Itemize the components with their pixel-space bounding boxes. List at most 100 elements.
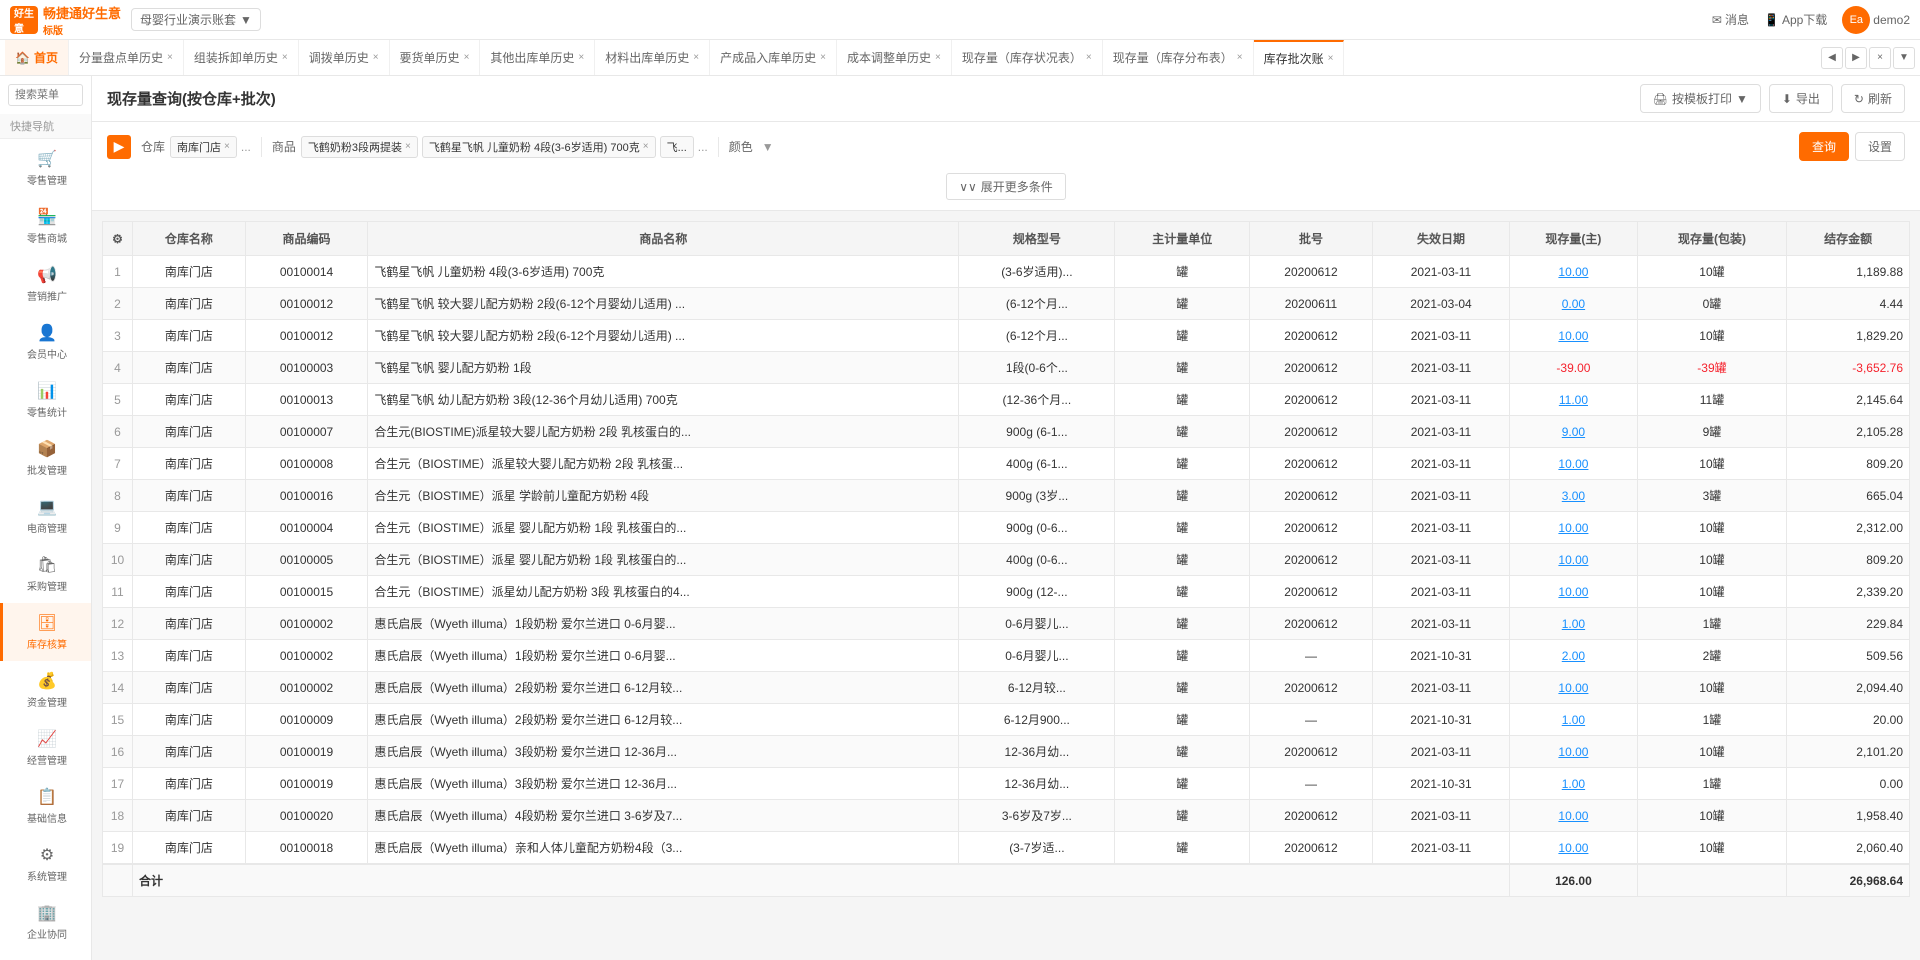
tab-chengpin-close[interactable]: × — [820, 52, 826, 63]
row-unit: 罐 — [1115, 576, 1250, 608]
row-expire: 2021-03-11 — [1372, 256, 1509, 288]
sidebar-item-guide[interactable]: 🎯 新手引导 — [0, 951, 91, 960]
tab-xianzai-kucun[interactable]: 现存量（库存状况表） × — [952, 40, 1103, 76]
th-settings[interactable]: ⚙ — [103, 222, 133, 256]
sidebar-item-finance[interactable]: 💰 资金管理 — [0, 661, 91, 719]
product-tag-2[interactable]: 飞鹤星飞帆 儿童奶粉 4段(3-6岁适用) 700克 × — [422, 136, 656, 158]
sidebar-item-basic[interactable]: 📋 基础信息 — [0, 777, 91, 835]
sidebar-item-enterprise[interactable]: 🏢 企业协同 — [0, 893, 91, 951]
sidebar-item-retail-mgmt[interactable]: 🛒 零售管理 — [0, 139, 91, 197]
tab-yaohuo-close[interactable]: × — [464, 52, 470, 63]
row-expire: 2021-03-11 — [1372, 416, 1509, 448]
tab-qita-chuku-close[interactable]: × — [578, 52, 584, 63]
query-btn[interactable]: 查询 — [1799, 132, 1849, 161]
tab-next-btn[interactable]: ▶ — [1845, 47, 1867, 69]
product-tag-more[interactable]: 飞... — [660, 136, 694, 158]
tab-kucun-pici[interactable]: 库存批次账 × — [1254, 40, 1345, 76]
sidebar-item-operations[interactable]: 📈 经营管理 — [0, 719, 91, 777]
tab-cailiao-close[interactable]: × — [693, 52, 699, 63]
tab-yaohuo[interactable]: 要货单历史 × — [390, 40, 481, 76]
tab-chengben-close[interactable]: × — [935, 52, 941, 63]
row-expire: 2021-03-11 — [1372, 608, 1509, 640]
row-code: 00100012 — [245, 288, 368, 320]
color-dropdown-icon[interactable]: ▼ — [762, 140, 774, 154]
product-more-icon[interactable]: ... — [698, 140, 708, 154]
sidebar-item-ecommerce[interactable]: 💻 电商管理 — [0, 487, 91, 545]
sidebar-item-retail-store[interactable]: 🏪 零售商城 — [0, 197, 91, 255]
refresh-icon: ↻ — [1854, 92, 1864, 106]
print-icon: 🖨 — [1653, 92, 1668, 106]
row-code: 00100008 — [245, 448, 368, 480]
expand-more-btn[interactable]: ∨∨ 展开更多条件 — [946, 173, 1066, 200]
tab-chengpin[interactable]: 产成品入库单历史 × — [710, 40, 837, 76]
tab-xianzai-kucun-close[interactable]: × — [1086, 52, 1092, 63]
row-warehouse: 南库门店 — [133, 384, 246, 416]
sidebar-item-wholesale[interactable]: 📦 批发管理 — [0, 429, 91, 487]
export-btn[interactable]: ⬇ 导出 — [1769, 84, 1833, 113]
table-row: 19南库门店00100018惠氏启辰（Wyeth illuma）亲和人体儿童配方… — [103, 832, 1910, 865]
account-dropdown[interactable]: 母婴行业演示账套 ▼ — [131, 8, 261, 31]
tab-xianzai-fenbue-close[interactable]: × — [1237, 52, 1243, 63]
print-btn[interactable]: 🖨 按模板打印 ▼ — [1640, 84, 1761, 113]
row-code: 00100002 — [245, 608, 368, 640]
row-spec: 900g (3岁... — [959, 480, 1115, 512]
row-num: 3 — [103, 320, 133, 352]
tab-fenpan[interactable]: 分量盘点单历史 × — [69, 40, 184, 76]
sidebar-item-members[interactable]: 👤 会员中心 — [0, 313, 91, 371]
sidebar-item-system[interactable]: ⚙ 系统管理 — [0, 835, 91, 893]
settings-btn[interactable]: 设置 — [1855, 132, 1905, 161]
tab-cailiao[interactable]: 材料出库单历史 × — [595, 40, 710, 76]
product-tag-1-remove[interactable]: × — [405, 141, 411, 152]
tab-tiaopi[interactable]: 调拨单历史 × — [299, 40, 390, 76]
tab-chengben[interactable]: 成本调整单历史 × — [837, 40, 952, 76]
sidebar-item-purchase[interactable]: 🛍 采购管理 — [0, 545, 91, 603]
tab-fenpan-close[interactable]: × — [167, 52, 173, 63]
product-tag-2-remove[interactable]: × — [643, 141, 649, 152]
row-warehouse: 南库门店 — [133, 768, 246, 800]
tab-home[interactable]: 🏠 首页 — [5, 40, 69, 76]
tab-xianzai-fenbu[interactable]: 现存量（库存分布表） × — [1103, 40, 1254, 76]
row-amount: 2,339.20 — [1787, 576, 1910, 608]
row-code: 00100016 — [245, 480, 368, 512]
sidebar-item-inventory[interactable]: 🗄 库存核算 — [0, 603, 91, 661]
row-code: 00100003 — [245, 352, 368, 384]
row-expire: 2021-03-11 — [1372, 384, 1509, 416]
row-batch: 20200612 — [1250, 544, 1373, 576]
expand-arrow-btn[interactable]: ▶ — [107, 135, 131, 159]
row-warehouse: 南库门店 — [133, 832, 246, 865]
tab-zuche[interactable]: 组装拆卸单历史 × — [184, 40, 299, 76]
row-qty-main: 10.00 — [1510, 736, 1637, 768]
row-amount: 2,145.64 — [1787, 384, 1910, 416]
messages-btn[interactable]: ✉ 消息 — [1712, 11, 1749, 28]
sidebar-item-retail-stats[interactable]: 📊 零售统计 — [0, 371, 91, 429]
row-spec: (6-12个月... — [959, 320, 1115, 352]
row-qty-main: 9.00 — [1510, 416, 1637, 448]
row-qty-pkg: 10罐 — [1637, 256, 1787, 288]
tab-prev-btn[interactable]: ◀ — [1821, 47, 1843, 69]
row-qty-pkg: 10罐 — [1637, 672, 1787, 704]
app-download-btn[interactable]: 📱 App下载 — [1764, 11, 1827, 28]
warehouse-tag-1[interactable]: 南库门店 × — [170, 136, 237, 158]
tab-qita-chuku[interactable]: 其他出库单历史 × — [480, 40, 595, 76]
search-input[interactable] — [8, 84, 83, 106]
purchase-label: 采购管理 — [27, 578, 67, 593]
tab-menu-btn[interactable]: ▼ — [1893, 47, 1915, 69]
table-row: 6南库门店00100007合生元(BIOSTIME)派星较大婴儿配方奶粉 2段 … — [103, 416, 1910, 448]
tab-tiaopi-close[interactable]: × — [373, 52, 379, 63]
refresh-btn[interactable]: ↻ 刷新 — [1841, 84, 1905, 113]
row-qty-main: 0.00 — [1510, 288, 1637, 320]
warehouse-more-icon[interactable]: ... — [241, 140, 251, 154]
row-qty-main: 10.00 — [1510, 448, 1637, 480]
row-unit: 罐 — [1115, 768, 1250, 800]
tab-zuche-close[interactable]: × — [282, 52, 288, 63]
warehouse-tag-1-remove[interactable]: × — [224, 141, 230, 152]
tab-close-btn[interactable]: × — [1869, 47, 1891, 69]
row-warehouse: 南库门店 — [133, 416, 246, 448]
user-profile[interactable]: Ea demo2 — [1842, 6, 1910, 34]
tab-kucun-pici-close[interactable]: × — [1328, 53, 1334, 64]
sidebar-item-marketing[interactable]: 📢 营销推广 — [0, 255, 91, 313]
product-tag-1[interactable]: 飞鹤奶粉3段两提装 × — [301, 136, 418, 158]
row-expire: 2021-03-11 — [1372, 544, 1509, 576]
row-batch: 20200612 — [1250, 832, 1373, 865]
row-code: 00100004 — [245, 512, 368, 544]
